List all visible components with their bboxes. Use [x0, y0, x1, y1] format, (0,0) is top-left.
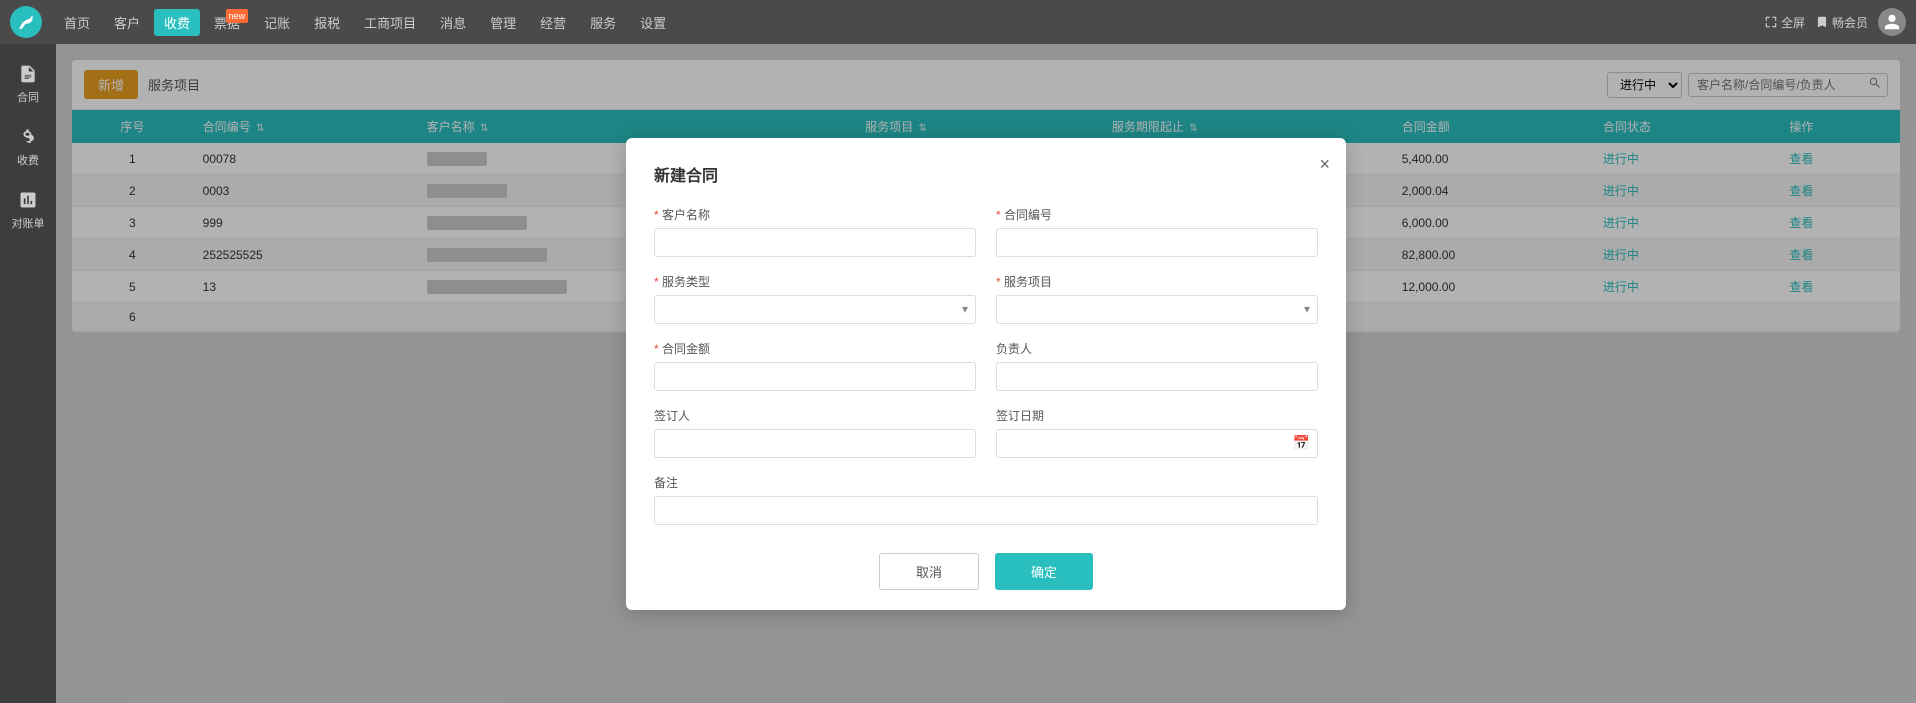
- sidebar-item-statement[interactable]: 对账单: [3, 180, 53, 239]
- nav-item-fee[interactable]: 收费: [154, 9, 200, 36]
- service-item-select-wrap: [996, 295, 1318, 324]
- app-logo[interactable]: [10, 6, 42, 38]
- contract-no-label: 合同编号: [996, 206, 1318, 223]
- nav-item-manage[interactable]: 管理: [480, 9, 526, 36]
- responsible-input[interactable]: [996, 362, 1318, 391]
- sign-date-label: 签订日期: [996, 407, 1318, 424]
- sign-date-row: 签订日期 2023-06-06 📅: [996, 407, 1318, 458]
- top-navigation: 首页 客户 收费 票据 new 记账 报税 工商项目 消息 管理 经营 服务 设…: [0, 0, 1916, 44]
- service-item-row: 服务项目: [996, 273, 1318, 324]
- remarks-input[interactable]: [654, 496, 1318, 525]
- avatar[interactable]: [1878, 8, 1906, 36]
- service-type-select-wrap: [654, 295, 976, 324]
- cancel-button[interactable]: 取消: [879, 553, 979, 590]
- sidebar-item-contract[interactable]: 合同: [3, 54, 53, 113]
- customer-name-label: 客户名称: [654, 206, 976, 223]
- service-type-label: 服务类型: [654, 273, 976, 290]
- responsible-label: 负责人: [996, 340, 1318, 357]
- service-item-label: 服务项目: [996, 273, 1318, 290]
- nav-item-invoice[interactable]: 票据 new: [204, 9, 250, 36]
- service-type-select[interactable]: [654, 295, 976, 324]
- contract-amount-row: 合同金额 0.00: [654, 340, 976, 391]
- nav-item-tax[interactable]: 报税: [304, 9, 350, 36]
- service-type-row: 服务类型: [654, 273, 976, 324]
- sidebar-item-contract-label: 合同: [17, 89, 39, 105]
- nav-item-operation[interactable]: 经营: [530, 9, 576, 36]
- nav-item-customer[interactable]: 客户: [104, 9, 150, 36]
- fee-icon: [16, 125, 40, 149]
- sign-date-wrap: 2023-06-06 📅: [996, 429, 1318, 458]
- sidebar: 合同 收费 对账单: [0, 44, 56, 703]
- sign-date-input[interactable]: 2023-06-06: [996, 429, 1318, 458]
- contract-no-row: 合同编号: [996, 206, 1318, 257]
- contract-amount-label: 合同金额: [654, 340, 976, 357]
- topnav-right: 全屏 畅会员: [1764, 8, 1906, 36]
- remarks-label: 备注: [654, 474, 1318, 491]
- modal-overlay: × 新建合同 客户名称 合同编号 服务类型: [56, 44, 1916, 703]
- contract-no-input[interactable]: [996, 228, 1318, 257]
- sidebar-item-fee[interactable]: 收费: [3, 117, 53, 176]
- statement-icon: [16, 188, 40, 212]
- nav-item-message[interactable]: 消息: [430, 9, 476, 36]
- modal-title: 新建合同: [654, 162, 1318, 186]
- member-button[interactable]: 畅会员: [1815, 14, 1868, 31]
- signer-row: 签订人: [654, 407, 976, 458]
- contract-icon: [16, 62, 40, 86]
- content-area: 新增 服务项目 进行中 已完成 已终止: [56, 44, 1916, 703]
- customer-name-input[interactable]: [654, 228, 976, 257]
- nav-item-service[interactable]: 服务: [580, 9, 626, 36]
- contract-amount-input[interactable]: 0.00: [654, 362, 976, 391]
- nav-item-business[interactable]: 工商项目: [354, 9, 426, 36]
- new-badge: new: [226, 9, 249, 23]
- confirm-button[interactable]: 确定: [995, 553, 1093, 590]
- nav-item-home[interactable]: 首页: [54, 9, 100, 36]
- new-contract-modal: × 新建合同 客户名称 合同编号 服务类型: [626, 138, 1346, 610]
- sidebar-item-statement-label: 对账单: [12, 215, 45, 231]
- nav-item-settings[interactable]: 设置: [630, 9, 676, 36]
- fullscreen-button[interactable]: 全屏: [1764, 14, 1805, 31]
- modal-footer: 取消 确定: [654, 553, 1318, 590]
- modal-close-button[interactable]: ×: [1319, 154, 1330, 175]
- form-grid: 客户名称 合同编号 服务类型: [654, 206, 1318, 525]
- main-layout: 合同 收费 对账单 新增 服务项目 进行中 已完成: [0, 44, 1916, 703]
- remarks-row: 备注: [654, 474, 1318, 525]
- nav-item-bookkeeping[interactable]: 记账: [254, 9, 300, 36]
- service-item-select[interactable]: [996, 295, 1318, 324]
- signer-label: 签订人: [654, 407, 976, 424]
- sidebar-item-fee-label: 收费: [17, 152, 39, 168]
- responsible-row: 负责人: [996, 340, 1318, 391]
- signer-input[interactable]: [654, 429, 976, 458]
- customer-name-row: 客户名称: [654, 206, 976, 257]
